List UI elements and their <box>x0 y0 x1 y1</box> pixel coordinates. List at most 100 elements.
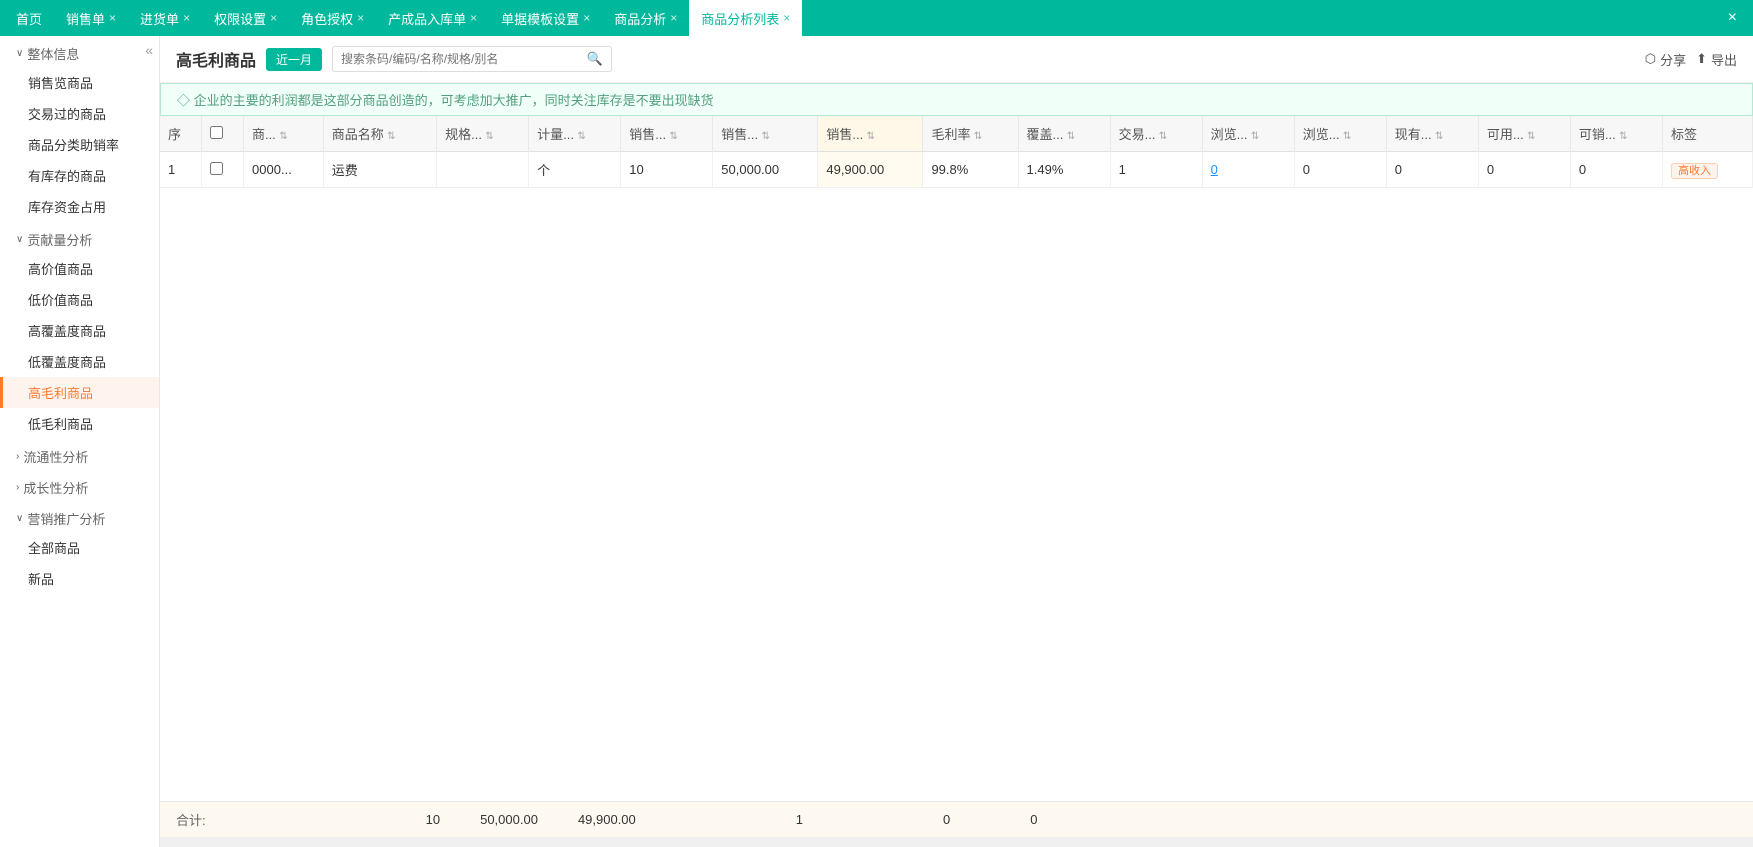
col-available1[interactable]: 现有... ⇅ <box>1386 116 1478 152</box>
nav-product-analysis-list[interactable]: 商品分析列表 × <box>689 0 802 36</box>
top-nav: 首页 销售单 × 进货单 × 权限设置 × 角色授权 × 产成品入库单 × 单据… <box>0 0 1753 36</box>
nav-close-purchase[interactable]: × <box>183 11 190 25</box>
share-icon: ⬡ <box>1645 51 1656 67</box>
cell-gross-margin: 99.8% <box>923 152 1018 188</box>
col-browse1[interactable]: 浏览... ⇅ <box>1202 116 1294 152</box>
sidebar-item-high-value[interactable]: 高价值商品 <box>0 253 159 284</box>
sidebar-item-traded[interactable]: 交易过的商品 <box>0 98 159 129</box>
col-sales-profit[interactable]: 销售... ⇅ <box>818 116 923 152</box>
cell-checkbox[interactable] <box>201 152 243 188</box>
share-button[interactable]: ⬡ 分享 <box>1645 50 1686 69</box>
nav-close-list[interactable]: × <box>783 11 790 25</box>
nav-close-template[interactable]: × <box>583 11 590 25</box>
export-button[interactable]: ⬆ 导出 <box>1696 50 1737 69</box>
arrow-marketing: ∨ <box>16 513 23 524</box>
search-icon[interactable]: 🔍 <box>587 51 603 67</box>
search-input[interactable] <box>341 52 583 66</box>
cell-sales-amount: 50,000.00 <box>713 152 818 188</box>
col-sales-amount[interactable]: 销售... ⇅ <box>713 116 818 152</box>
nav-product-in[interactable]: 产成品入库单 × <box>376 0 489 36</box>
sidebar-collapse-button[interactable]: « <box>145 42 153 58</box>
col-checkbox[interactable] <box>201 116 243 152</box>
sidebar-item-all-products[interactable]: 全部商品 <box>0 532 159 563</box>
table-row: 1 0000... 运费 个 10 50,000.00 49,900.00 99… <box>160 152 1753 188</box>
sidebar-item-low-coverage[interactable]: 低覆盖度商品 <box>0 346 159 377</box>
arrow-contribution: ∨ <box>16 234 23 245</box>
col-spec[interactable]: 规格... ⇅ <box>437 116 529 152</box>
export-icon: ⬆ <box>1696 51 1707 67</box>
sidebar-group-marketing[interactable]: ∨ 营销推广分析 <box>0 501 159 532</box>
footer-label: 合计: <box>176 810 206 829</box>
window-close-button[interactable]: × <box>1716 9 1749 27</box>
data-table: 序 商... ⇅ 商品名称 ⇅ 规格... ⇅ 计量... ⇅ 销售... ⇅ … <box>160 116 1753 188</box>
nav-permission[interactable]: 权限设置 × <box>202 0 289 36</box>
footer-available1: 0 <box>943 812 950 827</box>
cell-available1: 0 <box>1386 152 1478 188</box>
table-container[interactable]: 序 商... ⇅ 商品名称 ⇅ 规格... ⇅ 计量... ⇅ 销售... ⇅ … <box>160 116 1753 801</box>
cell-name: 运费 <box>323 152 436 188</box>
col-gross-margin[interactable]: 毛利率 ⇅ <box>923 116 1018 152</box>
nav-home[interactable]: 首页 <box>4 0 54 36</box>
cell-unit: 个 <box>529 152 621 188</box>
sort-coverage: ⇅ <box>1067 131 1075 142</box>
col-salable[interactable]: 可销... ⇅ <box>1570 116 1662 152</box>
sidebar-group-growth[interactable]: › 成长性分析 <box>0 470 159 501</box>
col-tag[interactable]: 标签 <box>1662 116 1752 152</box>
sort-available2: ⇅ <box>1527 131 1535 142</box>
sidebar-item-sales-overview[interactable]: 销售览商品 <box>0 67 159 98</box>
time-filter-button[interactable]: 近一月 <box>266 48 322 71</box>
sort-transaction: ⇅ <box>1159 131 1167 142</box>
footer-transaction: 1 <box>796 812 803 827</box>
sidebar-group-contribution[interactable]: ∨ 贡献量分析 <box>0 222 159 253</box>
main-content: « ∨ 整体信息 销售览商品 交易过的商品 商品分类助销率 有库存的商品 库存资… <box>0 36 1753 847</box>
high-income-badge: 高收入 <box>1671 163 1718 179</box>
nav-role[interactable]: 角色授权 × <box>289 0 376 36</box>
nav-template[interactable]: 单据模板设置 × <box>489 0 602 36</box>
sidebar-group-overall[interactable]: ∨ 整体信息 <box>0 36 159 67</box>
footer-available2: 0 <box>1030 812 1037 827</box>
col-coverage[interactable]: 覆盖... ⇅ <box>1018 116 1110 152</box>
cell-index: 1 <box>160 152 201 188</box>
sidebar-group-liquidity[interactable]: › 流通性分析 <box>0 439 159 470</box>
arrow-liquidity: › <box>16 451 19 462</box>
sidebar-item-in-stock[interactable]: 有库存的商品 <box>0 160 159 191</box>
nav-close-sales[interactable]: × <box>109 11 116 25</box>
col-unit[interactable]: 计量... ⇅ <box>529 116 621 152</box>
sidebar-item-category-assist[interactable]: 商品分类助销率 <box>0 129 159 160</box>
nav-close-permission[interactable]: × <box>270 11 277 25</box>
horizontal-scrollbar[interactable] <box>160 837 1753 847</box>
col-transaction[interactable]: 交易... ⇅ <box>1110 116 1202 152</box>
select-all-checkbox[interactable] <box>210 126 223 139</box>
col-code[interactable]: 商... ⇅ <box>244 116 324 152</box>
sidebar: « ∨ 整体信息 销售览商品 交易过的商品 商品分类助销率 有库存的商品 库存资… <box>0 36 160 847</box>
sort-gross-margin: ⇅ <box>974 131 982 142</box>
sort-sales-qty: ⇅ <box>669 131 677 142</box>
col-name[interactable]: 商品名称 ⇅ <box>323 116 436 152</box>
sidebar-item-low-value[interactable]: 低价值商品 <box>0 284 159 315</box>
arrow-overall: ∨ <box>16 48 23 59</box>
nav-close-product-in[interactable]: × <box>470 11 477 25</box>
footer-sales-profit: 49,900.00 <box>578 812 636 827</box>
notice-bar: ◇ 企业的主要的利润都是这部分商品创造的，可考虑加大推广，同时关注库存是不要出现… <box>160 83 1753 116</box>
sidebar-item-high-gross[interactable]: 高毛利商品 <box>0 377 159 408</box>
sidebar-item-stock-capital[interactable]: 库存资金占用 <box>0 191 159 222</box>
nav-product-analysis[interactable]: 商品分析 × <box>602 0 689 36</box>
nav-close-role[interactable]: × <box>357 11 364 25</box>
sort-browse2: ⇅ <box>1343 131 1351 142</box>
row-checkbox[interactable] <box>210 162 223 175</box>
sort-salable: ⇅ <box>1619 131 1627 142</box>
col-sales-qty[interactable]: 销售... ⇅ <box>621 116 713 152</box>
cell-browse1[interactable]: 0 <box>1202 152 1294 188</box>
notice-text: ◇ 企业的主要的利润都是这部分商品创造的，可考虑加大推广，同时关注库存是不要出现… <box>177 90 714 109</box>
sidebar-item-low-gross[interactable]: 低毛利商品 <box>0 408 159 439</box>
footer-sales-qty: 10 <box>426 812 440 827</box>
nav-close-product-analysis[interactable]: × <box>670 11 677 25</box>
sidebar-item-new-products[interactable]: 新品 <box>0 563 159 594</box>
nav-purchase[interactable]: 进货单 × <box>128 0 202 36</box>
cell-browse2: 0 <box>1294 152 1386 188</box>
nav-sales[interactable]: 销售单 × <box>54 0 128 36</box>
sidebar-item-high-coverage[interactable]: 高覆盖度商品 <box>0 315 159 346</box>
col-available2[interactable]: 可用... ⇅ <box>1478 116 1570 152</box>
col-browse2[interactable]: 浏览... ⇅ <box>1294 116 1386 152</box>
sort-unit: ⇅ <box>577 131 585 142</box>
